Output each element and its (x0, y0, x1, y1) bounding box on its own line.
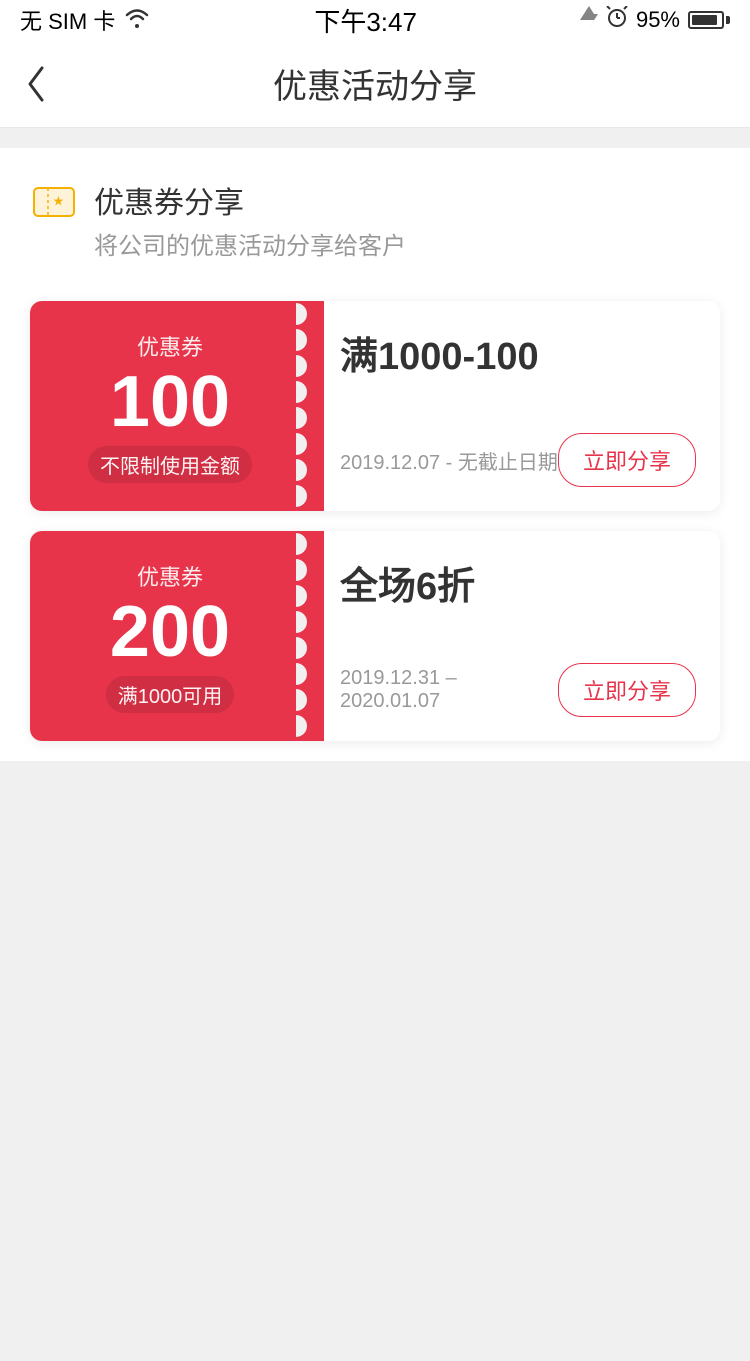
coupon-footer-2: 2019.12.31 – 2020.01.07 立即分享 (340, 663, 696, 717)
battery-icon (688, 11, 730, 29)
coupon-card-2: 优惠券 200 满1000可用 全场6折 2019.12.31 – 2020.0… (30, 531, 720, 741)
status-left: 无 SIM 卡 (20, 4, 151, 36)
share-button-1[interactable]: 立即分享 (558, 433, 696, 487)
coupon-left-2: 优惠券 200 满1000可用 (30, 531, 310, 741)
coupon-footer-1: 2019.12.07 - 无截止日期 立即分享 (340, 433, 696, 487)
back-button[interactable] (24, 64, 48, 104)
status-bar: 无 SIM 卡 下午3:47 95% (0, 0, 750, 40)
carrier-text: 无 SIM 卡 (20, 4, 115, 36)
section-text-group: 优惠券分享 将公司的优惠活动分享给客户 (94, 178, 406, 261)
coupon-right-1: 满1000-100 2019.12.07 - 无截止日期 立即分享 (310, 301, 720, 511)
coupon-list: 优惠券 100 不限制使用金额 满1000-100 2019.12.07 - 无… (0, 281, 750, 761)
empty-area (0, 761, 750, 1361)
coupon-date-1: 2019.12.07 - 无截止日期 (340, 446, 558, 475)
coupon-name-1: 满1000-100 (340, 325, 696, 380)
section-subtitle: 将公司的优惠活动分享给客户 (94, 226, 406, 261)
status-right: 95% (580, 6, 730, 34)
section-title: 优惠券分享 (94, 178, 406, 222)
coupon-label-1: 优惠券 (137, 330, 203, 362)
share-button-2[interactable]: 立即分享 (558, 663, 696, 717)
coupon-condition-2: 满1000可用 (106, 676, 235, 713)
coupon-value-2: 200 (110, 596, 230, 668)
coupon-date-2: 2019.12.31 – 2020.01.07 (340, 667, 558, 713)
nav-title: 优惠活动分享 (273, 59, 477, 108)
wifi-icon (123, 6, 151, 34)
coupon-right-2: 全场6折 2019.12.31 – 2020.01.07 立即分享 (310, 531, 720, 741)
coupon-label-2: 优惠券 (137, 560, 203, 592)
nav-bar: 优惠活动分享 (0, 40, 750, 128)
coupon-value-1: 100 (110, 366, 230, 438)
coupon-name-2: 全场6折 (340, 555, 696, 610)
location-icon (580, 6, 598, 34)
alarm-icon (606, 6, 628, 34)
section-header-icon (30, 178, 78, 226)
section-header: 优惠券分享 将公司的优惠活动分享给客户 (0, 148, 750, 281)
coupon-card-1: 优惠券 100 不限制使用金额 满1000-100 2019.12.07 - 无… (30, 301, 720, 511)
coupon-condition-1: 不限制使用金额 (88, 446, 252, 483)
battery-percent: 95% (636, 7, 680, 33)
coupon-left-1: 优惠券 100 不限制使用金额 (30, 301, 310, 511)
time-display: 下午3:47 (314, 2, 417, 39)
